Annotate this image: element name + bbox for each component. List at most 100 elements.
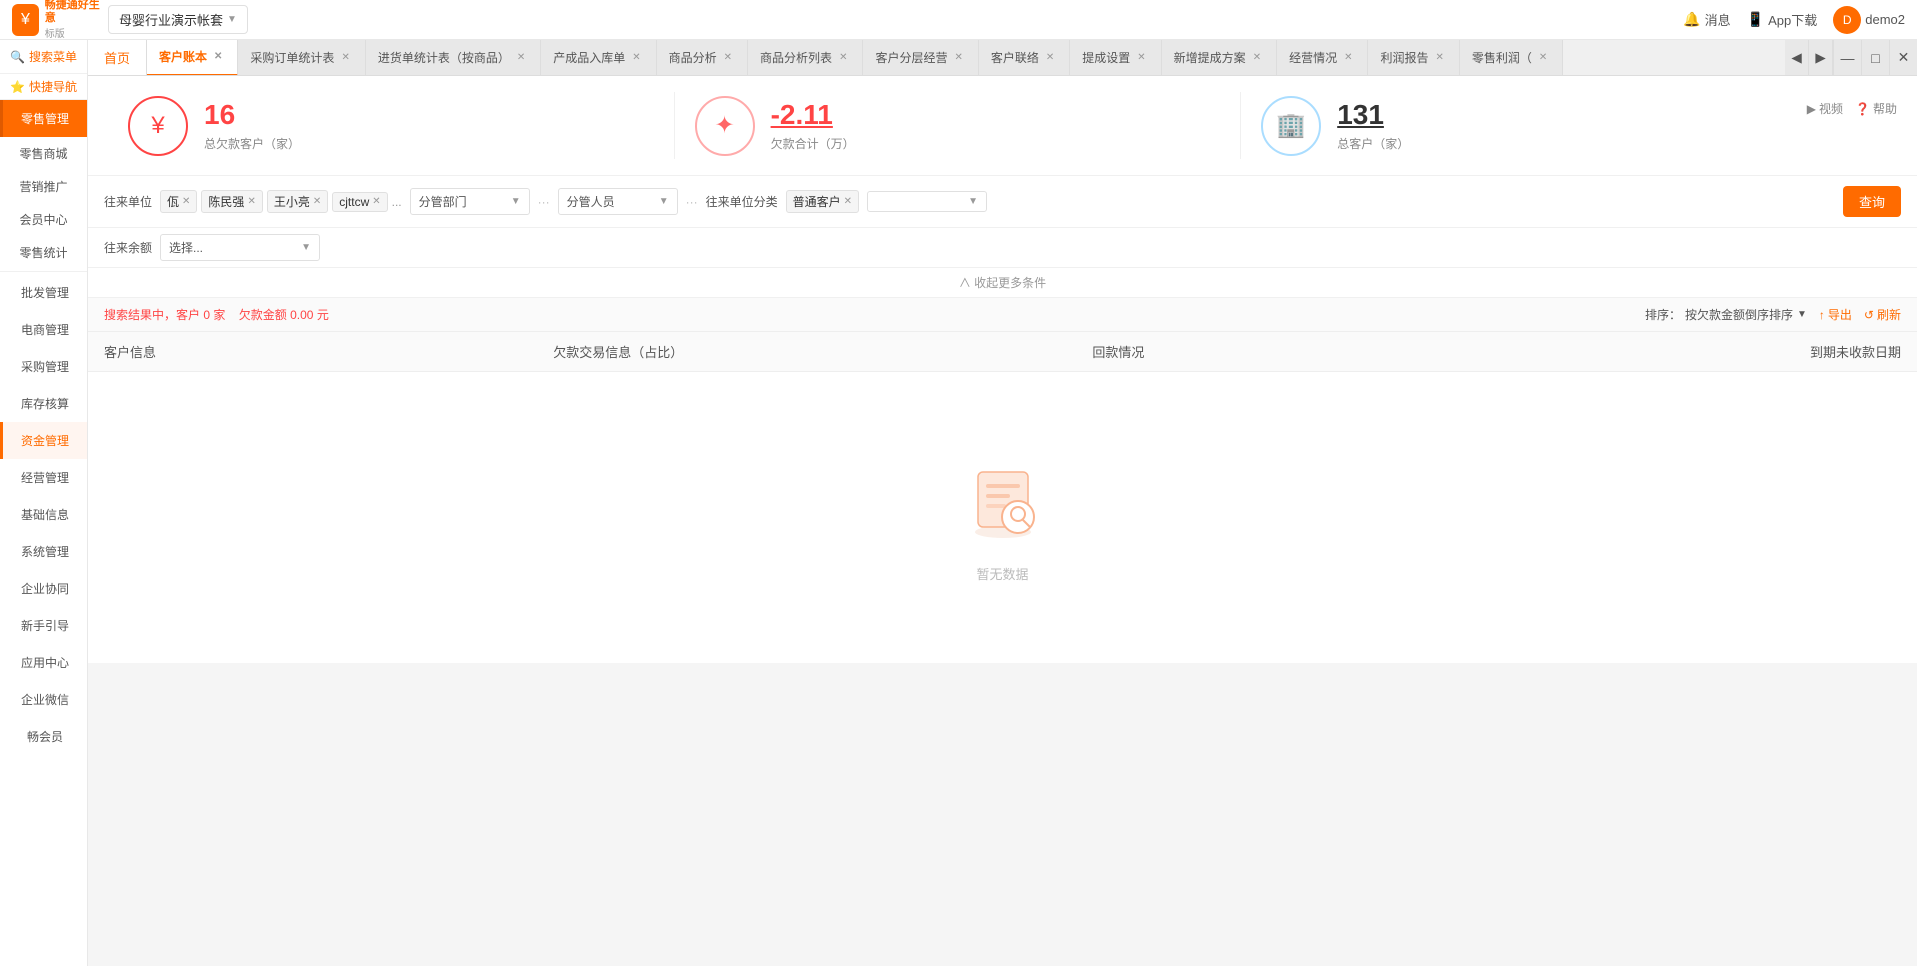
sidebar-item-ecommerce[interactable]: 电商管理 (0, 311, 87, 348)
debt-total-label: 欠款合计（万） (771, 135, 855, 152)
tab-profit-report[interactable]: 利润报告 ✕ (1368, 40, 1459, 76)
sidebar-item-shop[interactable]: 零售商城 (0, 137, 87, 170)
sidebar-item-label: 零售管理 (21, 112, 69, 126)
tab-minimize-button[interactable]: — (1833, 40, 1861, 76)
remove-tag-wa[interactable]: ✕ (182, 196, 190, 207)
tab-product-list[interactable]: 商品分析列表 ✕ (748, 40, 863, 76)
dept-filter-select[interactable]: 分管部门 ▼ (410, 188, 530, 215)
sidebar-item-label: 企业微信 (21, 693, 69, 707)
top-bar-left: ¥ 畅捷通好生意 标版 母婴行业演示帐套 ▼ (12, 0, 248, 40)
close-icon[interactable]: ✕ (1250, 51, 1264, 64)
tab-purchase-order[interactable]: 采购订单统计表 ✕ (238, 40, 365, 76)
tab-home[interactable]: 首页 (88, 40, 147, 76)
star-icon: ⭐ (10, 80, 25, 94)
sidebar-item-vip[interactable]: 畅会员 (0, 718, 87, 755)
query-button[interactable]: 查询 (1843, 186, 1901, 217)
tab-next-button[interactable]: ▶ (1809, 40, 1833, 76)
remove-tag-normal[interactable]: ✕ (844, 196, 852, 207)
sidebar-item-label: 畅会员 (27, 730, 63, 744)
close-icon[interactable]: ✕ (1341, 51, 1355, 64)
tab-business[interactable]: 经营情况 ✕ (1277, 40, 1368, 76)
sidebar-item-apps[interactable]: 应用中心 (0, 644, 87, 681)
sidebar-item-label: 营销推广 (19, 180, 67, 194)
remove-tag-wang[interactable]: ✕ (313, 196, 321, 207)
play-icon: ▶ (1807, 102, 1816, 116)
tab-customer-ledger[interactable]: 客户账本 ✕ (147, 40, 238, 76)
col-repay-header: 回款情况 (1092, 342, 1541, 361)
quick-nav[interactable]: ⭐ 快捷导航 (0, 74, 87, 100)
sidebar-item-beginner[interactable]: 新手引导 (0, 607, 87, 644)
tab-stock-stats[interactable]: 进货单统计表（按商品） ✕ (366, 40, 541, 76)
tenant-selector[interactable]: 母婴行业演示帐套 ▼ (108, 5, 248, 34)
user-menu[interactable]: D demo2 (1833, 6, 1905, 34)
sidebar-item-member[interactable]: 会员中心 (0, 203, 87, 236)
tab-add-commission[interactable]: 新增提成方案 ✕ (1162, 40, 1277, 76)
app-download-button[interactable]: 📱 App下载 (1747, 10, 1818, 29)
close-icon[interactable]: ✕ (951, 51, 965, 64)
tab-close-button[interactable]: ✕ (1889, 40, 1917, 76)
tab-prev-button[interactable]: ◀ (1785, 40, 1809, 76)
filter-row-1: 往来单位 佤 ✕ 陈民强 ✕ 王小亮 ✕ cjttcw (88, 176, 1917, 228)
top-bar-right: 🔔 消息 📱 App下载 D demo2 (1683, 6, 1905, 34)
debt-icon: ✦ (695, 96, 755, 156)
tab-nav-actions: ◀ ▶ — □ ✕ (1785, 40, 1917, 76)
help-link[interactable]: ❓ 帮助 (1855, 100, 1897, 117)
dept-more-icon[interactable]: ··· (538, 195, 550, 209)
stats-row: ¥ 16 总欠款客户（家） ✦ -2.11 欠款合计（万） 🏢 (88, 76, 1917, 176)
tab-customer-contact[interactable]: 客户联络 ✕ (979, 40, 1070, 76)
balance-filter-label: 往来余额 (104, 239, 152, 256)
tab-maximize-button[interactable]: □ (1861, 40, 1889, 76)
filter-tag-chen: 陈民强 ✕ (201, 190, 262, 213)
close-icon[interactable]: ✕ (721, 51, 735, 64)
user-name: demo2 (1865, 12, 1905, 27)
unit-filter-label: 往来单位 (104, 193, 152, 210)
tab-finished-goods[interactable]: 产成品入库单 ✕ (541, 40, 656, 76)
person-filter-select[interactable]: 分管人员 ▼ (558, 188, 678, 215)
main-layout: 🔍 搜索菜单 ⭐ 快捷导航 零售管理 零售商城 营销推广 会员中心 零售统计 批… (0, 0, 1917, 966)
sidebar-item-retail[interactable]: 零售管理 (0, 100, 87, 137)
sidebar-item-wholesale[interactable]: 批发管理 (0, 274, 87, 311)
sidebar-item-label: 库存核算 (21, 397, 69, 411)
filter-tag-wang: 王小亮 ✕ (267, 190, 328, 213)
close-icon[interactable]: ✕ (1536, 51, 1550, 64)
category-filter-label: 往来单位分类 (706, 193, 778, 210)
tab-commission-setup[interactable]: 提成设置 ✕ (1070, 40, 1161, 76)
stat-total-customers: ¥ 16 总欠款客户（家） (108, 92, 674, 159)
more-tags-indicator[interactable]: ... (392, 195, 402, 209)
close-icon[interactable]: ✕ (514, 51, 528, 64)
sidebar-item-purchase[interactable]: 采购管理 (0, 348, 87, 385)
close-icon[interactable]: ✕ (338, 51, 352, 64)
export-button[interactable]: ↑ 导出 (1819, 306, 1852, 323)
remove-tag-chen[interactable]: ✕ (247, 196, 255, 207)
remove-tag-cjttcw[interactable]: ✕ (372, 196, 380, 207)
sort-select[interactable]: 排序： 按欠款金额倒序排序 ▼ (1645, 306, 1807, 323)
sidebar-item-retail-stats[interactable]: 零售统计 (0, 236, 87, 269)
collapse-row[interactable]: ∧ 收起更多条件 (88, 268, 1917, 298)
tab-product-analysis[interactable]: 商品分析 ✕ (657, 40, 748, 76)
sidebar-item-marketing[interactable]: 营销推广 (0, 170, 87, 203)
sidebar-item-label: 会员中心 (19, 213, 67, 227)
chevron-down-icon: ▼ (227, 14, 237, 25)
messages-button[interactable]: 🔔 消息 (1683, 10, 1730, 29)
close-icon[interactable]: ✕ (629, 51, 643, 64)
sidebar-item-system[interactable]: 系统管理 (0, 533, 87, 570)
close-icon[interactable]: ✕ (1433, 51, 1447, 64)
sidebar-item-basic-info[interactable]: 基础信息 (0, 496, 87, 533)
refresh-button[interactable]: ↺ 刷新 (1864, 306, 1901, 323)
close-icon[interactable]: ✕ (1043, 51, 1057, 64)
sidebar-item-inventory[interactable]: 库存核算 (0, 385, 87, 422)
video-link[interactable]: ▶ 视频 (1807, 100, 1843, 117)
close-icon[interactable]: ✕ (1134, 51, 1148, 64)
balance-filter-select[interactable]: 选择... ▼ (160, 234, 320, 261)
tab-retail-profit[interactable]: 零售利润（ ✕ (1460, 40, 1563, 76)
sidebar-item-cooperation[interactable]: 企业协同 (0, 570, 87, 607)
person-more-icon[interactable]: ··· (686, 195, 698, 209)
sidebar-item-finance[interactable]: 资金管理 (0, 422, 87, 459)
sidebar-item-operations[interactable]: 经营管理 (0, 459, 87, 496)
close-icon[interactable]: ✕ (836, 51, 850, 64)
close-icon[interactable]: ✕ (211, 50, 225, 63)
sidebar-item-wechat[interactable]: 企业微信 (0, 681, 87, 718)
tab-customer-tier[interactable]: 客户分层经营 ✕ (863, 40, 978, 76)
category-filter-select[interactable]: ▼ (867, 191, 987, 212)
sidebar-search[interactable]: 🔍 搜索菜单 (0, 40, 87, 74)
